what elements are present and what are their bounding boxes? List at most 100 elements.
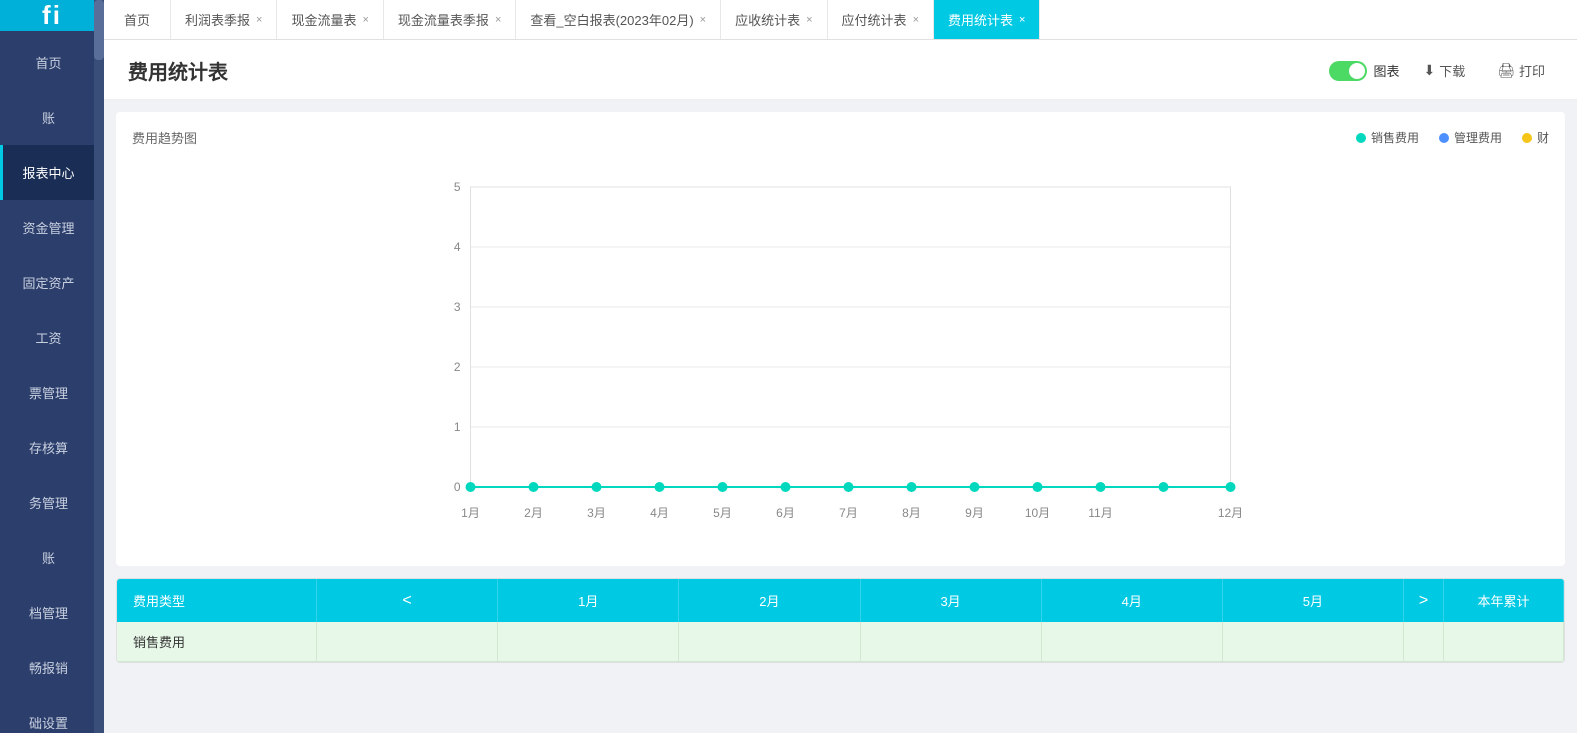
tab-close-blank-report[interactable]: × [700,14,706,26]
chart-toggle[interactable] [1329,61,1367,81]
sidebar-item-report[interactable]: 报表中心 [0,145,104,200]
td-m2 [679,622,860,661]
sidebar-item-archive[interactable]: 档管理 [0,585,104,640]
sidebar-item-sale-return[interactable]: 畅报销 [0,640,104,695]
tab-receivable[interactable]: 应收统计表 × [721,0,827,40]
page-content: 费用统计表 图表 ⬇ 下载 🖨 打印 [104,40,1577,733]
svg-text:10月: 10月 [1025,506,1050,520]
tab-payable[interactable]: 应付统计表 × [828,0,934,40]
prev-months-button[interactable]: < [398,592,415,610]
th-m5: 5月 [1223,579,1404,622]
chart-toggle-wrap: 图表 [1329,61,1399,81]
table-row: 销售费用 [117,622,1564,662]
tab-close-profit-quarterly[interactable]: × [256,14,262,26]
svg-text:8月: 8月 [902,506,921,520]
th-prev[interactable]: < [317,579,498,622]
tab-close-payable[interactable]: × [913,14,919,26]
sidebar-item-salary[interactable]: 工资 [0,310,104,365]
th-m1: 1月 [498,579,679,622]
chart-toggle-label: 图表 [1373,61,1399,80]
legend-label-sales: 销售费用 [1371,129,1419,146]
svg-text:4月: 4月 [650,506,669,520]
app-logo: fi [0,0,104,31]
tab-profit-quarterly[interactable]: 利润表季报 × [171,0,277,40]
svg-text:4: 4 [454,240,461,254]
tab-cashflow-quarterly[interactable]: 现金流量表季报 × [384,0,516,40]
table-header: 费用类型 < 1月 2月 3月 4月 5月 > 本年累计 [117,579,1564,622]
print-icon: 🖨 [1497,62,1515,79]
tab-close-cashflow-quarterly[interactable]: × [495,14,501,26]
tab-close-expense[interactable]: × [1019,14,1025,26]
td-m1 [498,622,679,661]
download-icon: ⬇ [1423,62,1435,79]
td-total [1444,622,1564,661]
th-type: 费用类型 [117,579,317,622]
th-m3: 3月 [861,579,1042,622]
th-year-total: 本年累计 [1444,579,1564,622]
legend-item-admin: 管理费用 [1439,129,1502,146]
tab-expense[interactable]: 费用统计表 × [934,0,1040,40]
sidebar-scrollbar[interactable] [94,0,104,733]
sidebar-item-bill[interactable]: 票管理 [0,365,104,420]
legend-dot-finance [1522,133,1532,143]
chart-title: 费用趋势图 [132,128,197,147]
svg-text:5: 5 [454,180,461,194]
main-area: 首页 利润表季报 × 现金流量表 × 现金流量表季报 × 查看_空白报表(202… [104,0,1577,733]
tab-home[interactable]: 首页 [104,0,171,40]
svg-text:9月: 9月 [965,506,984,520]
page-title: 费用统计表 [128,56,228,85]
legend-item-finance: 财 [1522,129,1549,146]
expense-table: 费用类型 < 1月 2月 3月 4月 5月 > 本年累计 销售费用 [116,578,1565,663]
th-m4: 4月 [1042,579,1223,622]
page-header: 费用统计表 图表 ⬇ 下载 🖨 打印 [104,40,1577,100]
svg-text:2月: 2月 [524,506,543,520]
sidebar-item-service[interactable]: 务管理 [0,475,104,530]
svg-text:0: 0 [454,480,461,494]
svg-text:3月: 3月 [587,506,606,520]
tab-close-receivable[interactable]: × [806,14,812,26]
download-button[interactable]: ⬇ 下载 [1415,57,1473,84]
svg-text:5月: 5月 [713,506,732,520]
svg-text:12月: 12月 [1218,506,1243,520]
th-m2: 2月 [679,579,860,622]
sidebar-item-home[interactable]: 首页 [0,35,104,90]
legend-label-finance: 财 [1537,129,1549,146]
legend-dot-sales [1356,133,1366,143]
svg-text:3: 3 [454,300,461,314]
sidebar-item-fixed-asset[interactable]: 固定资产 [0,255,104,310]
tab-close-cashflow[interactable]: × [362,14,368,26]
svg-text:2: 2 [454,360,461,374]
svg-text:7月: 7月 [839,506,858,520]
chart-svg-area: 5 4 3 2 1 0 [132,157,1549,550]
td-m3 [861,622,1042,661]
td-m5 [1223,622,1404,661]
tab-cashflow[interactable]: 现金流量表 × [277,0,383,40]
sidebar-item-inventory[interactable]: 存核算 [0,420,104,475]
chart-svg: 5 4 3 2 1 0 [132,157,1549,547]
print-button[interactable]: 🖨 打印 [1489,57,1553,84]
sidebar-item-ledger[interactable]: 账 [0,530,104,585]
legend-item-sales: 销售费用 [1356,129,1419,146]
toggle-knob [1349,63,1365,79]
svg-text:6月: 6月 [776,506,795,520]
tab-bar: 首页 利润表季报 × 现金流量表 × 现金流量表季报 × 查看_空白报表(202… [104,0,1577,40]
sidebar: fi 首页 账 报表中心 资金管理 固定资产 工资 票管理 存核算 务管理 账 … [0,0,104,733]
legend-dot-admin [1439,133,1449,143]
sidebar-item-fund[interactable]: 资金管理 [0,200,104,255]
td-m4 [1042,622,1223,661]
svg-text:1月: 1月 [461,506,480,520]
svg-text:1: 1 [454,420,461,434]
sidebar-nav: 首页 账 报表中心 资金管理 固定资产 工资 票管理 存核算 务管理 账 档管理… [0,31,104,733]
sidebar-scroll-thumb[interactable] [94,0,104,60]
td-m0-spacer [317,622,498,661]
sidebar-item-base-setting[interactable]: 础设置 [0,695,104,733]
chart-legend: 销售费用 管理费用 财 [1356,129,1549,146]
next-months-button[interactable]: > [1415,592,1432,610]
sidebar-item-account[interactable]: 账 [0,90,104,145]
td-type: 销售费用 [117,622,317,661]
th-next[interactable]: > [1404,579,1444,622]
legend-label-admin: 管理费用 [1454,129,1502,146]
td-next-spacer [1404,622,1444,661]
tab-blank-report[interactable]: 查看_空白报表(2023年02月) × [516,0,721,40]
header-actions: 图表 ⬇ 下载 🖨 打印 [1329,57,1553,84]
